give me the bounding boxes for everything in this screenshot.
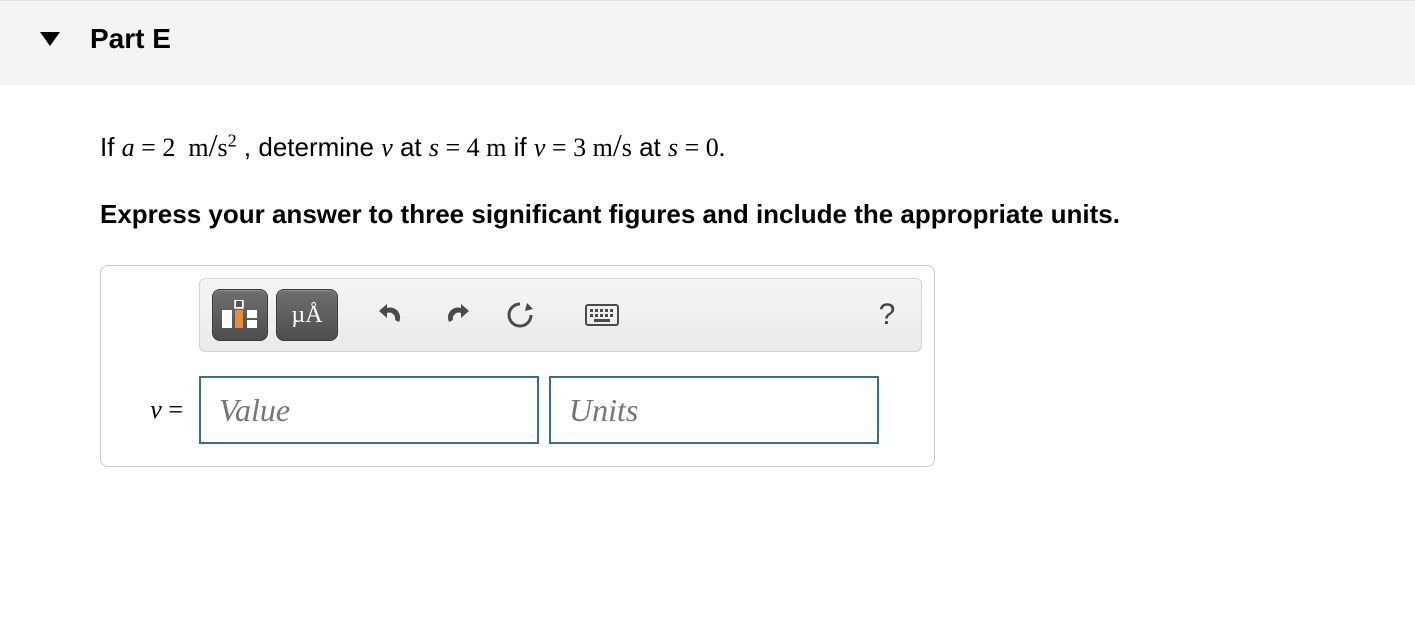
q-prefix: If bbox=[100, 132, 122, 162]
q-var-v2: v bbox=[534, 133, 546, 162]
q-unit-a-num: m bbox=[188, 133, 208, 162]
q-mid1: , determine bbox=[237, 132, 382, 162]
units-input[interactable] bbox=[549, 376, 879, 444]
content-area: If a = 2 m/s2 , determine v at s = 4 m i… bbox=[0, 85, 1415, 467]
redo-icon bbox=[441, 300, 471, 330]
reset-button[interactable] bbox=[492, 289, 548, 341]
help-button[interactable]: ? bbox=[865, 289, 909, 341]
q-eq4: = 0. bbox=[678, 133, 725, 162]
mua-label: µÅ bbox=[291, 302, 322, 329]
help-label: ? bbox=[879, 298, 896, 332]
templates-button[interactable] bbox=[212, 289, 268, 341]
q-unit-a-exp: 2 bbox=[228, 130, 237, 150]
q-eq1: = 2 bbox=[135, 133, 189, 162]
collapse-toggle-icon[interactable] bbox=[40, 32, 60, 46]
q-mid2: at bbox=[393, 132, 429, 162]
q-mid4: at bbox=[632, 132, 668, 162]
answer-input-row: v = bbox=[113, 370, 922, 454]
keyboard-button[interactable] bbox=[574, 289, 630, 341]
var-label-eq: = bbox=[162, 395, 183, 424]
keyboard-icon bbox=[585, 304, 619, 326]
q-unit-m1: m bbox=[486, 133, 506, 162]
q-unit-ms-den: s bbox=[622, 133, 632, 162]
answer-panel: µÅ bbox=[100, 265, 935, 467]
instruction-text: Express your answer to three significant… bbox=[100, 199, 1415, 230]
q-var-s2: s bbox=[668, 133, 678, 162]
q-mid3: if bbox=[506, 132, 533, 162]
special-characters-button[interactable]: µÅ bbox=[276, 289, 338, 341]
q-unit-ms-num: m bbox=[593, 133, 613, 162]
q-slash2: / bbox=[613, 127, 622, 163]
redo-button[interactable] bbox=[428, 289, 484, 341]
q-unit-a-den: s bbox=[217, 133, 227, 162]
undo-button[interactable] bbox=[364, 289, 420, 341]
var-label-var: v bbox=[150, 395, 162, 424]
templates-icon bbox=[222, 300, 258, 330]
value-input[interactable] bbox=[199, 376, 539, 444]
part-title: Part E bbox=[90, 23, 171, 55]
reset-icon bbox=[505, 300, 535, 330]
q-var-a: a bbox=[122, 133, 135, 162]
q-eq3: = 3 bbox=[545, 133, 592, 162]
undo-icon bbox=[377, 300, 407, 330]
part-header: Part E bbox=[0, 0, 1415, 85]
q-eq2: = 4 bbox=[439, 133, 486, 162]
variable-label: v = bbox=[119, 395, 189, 425]
q-var-v: v bbox=[381, 133, 393, 162]
q-var-s: s bbox=[429, 133, 439, 162]
question-text: If a = 2 m/s2 , determine v at s = 4 m i… bbox=[100, 120, 1415, 171]
formatting-toolbar: µÅ bbox=[199, 278, 922, 352]
